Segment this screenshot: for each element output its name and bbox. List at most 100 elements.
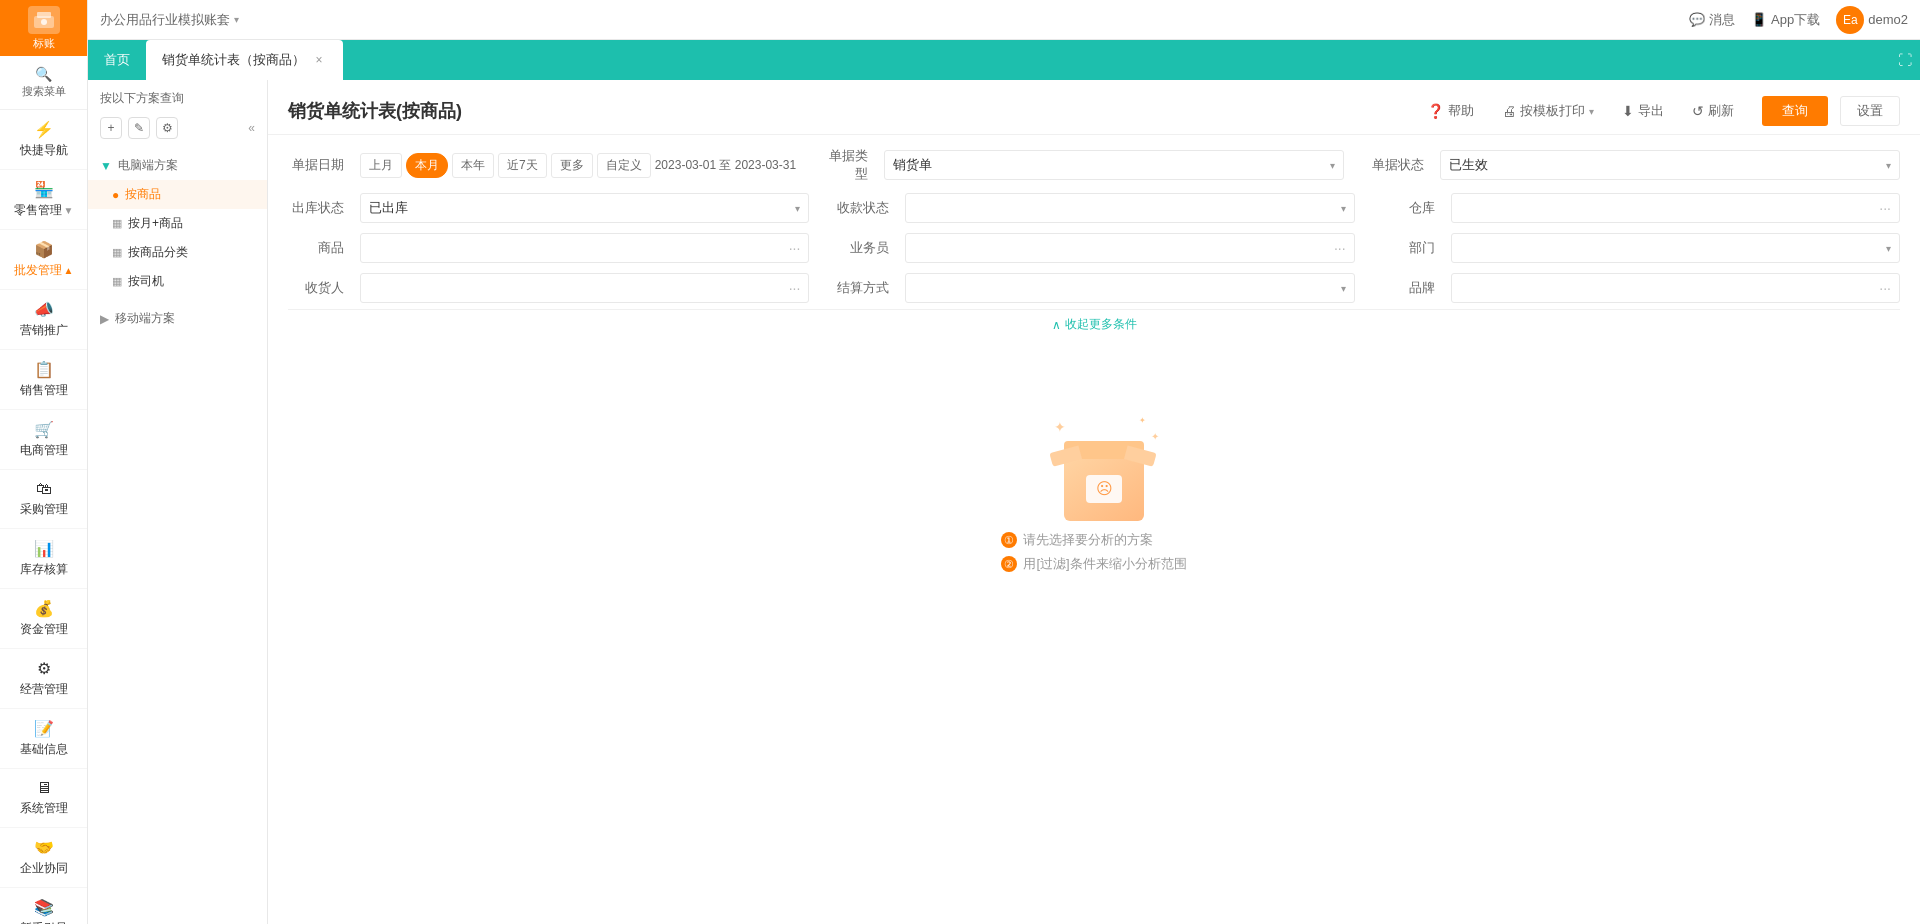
sidebar-item-marketing[interactable]: 📣 营销推广 [0, 290, 88, 350]
avatar: Ea [1836, 6, 1864, 34]
edit-scheme-btn[interactable]: ✎ [128, 117, 150, 139]
brand-input[interactable]: ··· [1451, 273, 1900, 303]
settings-button[interactable]: 设置 [1840, 96, 1900, 126]
out-status-select[interactable]: 已出库 ▾ [360, 193, 809, 223]
driver-label: 按司机 [128, 273, 164, 290]
topbar-dropdown-icon[interactable]: ▾ [234, 14, 239, 25]
query-button[interactable]: 查询 [1762, 96, 1828, 126]
month-goods-icon: ▦ [112, 217, 122, 230]
sidebar-item-finance[interactable]: 💰 资金管理 [0, 589, 88, 649]
app-logo: 标账 [0, 0, 88, 56]
sidebar-item-system[interactable]: 🖥 系统管理 [0, 769, 88, 828]
salesman-input[interactable]: ··· [905, 233, 1354, 263]
app-download-icon: 📱 [1751, 12, 1767, 27]
warehouse-input[interactable]: ··· [1451, 193, 1900, 223]
export-icon: ⬇ [1622, 103, 1634, 119]
collapse-bar[interactable]: ∧ 收起更多条件 [288, 309, 1900, 339]
settings-scheme-btn[interactable]: ⚙ [156, 117, 178, 139]
tree-section-pc-title[interactable]: ▼ 电脑端方案 [88, 151, 267, 180]
sidebar-item-enterprise[interactable]: 🤝 企业协同 [0, 828, 88, 888]
tip-text-1: 请先选择要分析的方案 [1023, 531, 1153, 549]
app-subtitle: 标账 [33, 36, 55, 51]
goods-input[interactable]: ··· [360, 233, 809, 263]
help-icon: ❓ [1427, 103, 1444, 119]
app-download-label: App下载 [1771, 11, 1820, 29]
recipient-label: 收货人 [288, 279, 352, 297]
date-btn-7days[interactable]: 近7天 [498, 153, 547, 178]
sidebar-search[interactable]: 🔍 搜索菜单 [0, 56, 88, 110]
date-range: 2023-03-01 至 2023-03-31 [655, 157, 796, 174]
enterprise-label: 企业协同 [20, 860, 68, 877]
tab-home[interactable]: 首页 [88, 40, 146, 80]
tab-close-btn[interactable]: × [311, 52, 327, 68]
sidebar-item-retail[interactable]: 🏪 零售管理 ▼ [0, 170, 88, 230]
left-panel-header: 按以下方案查询 [88, 80, 267, 113]
tree-item-goods-category[interactable]: ▦ 按商品分类 [88, 238, 267, 267]
add-scheme-btn[interactable]: + [100, 117, 122, 139]
basic-label: 基础信息 [20, 741, 68, 758]
date-btn-custom[interactable]: 自定义 [597, 153, 651, 178]
payment-method-select[interactable]: ▾ [905, 273, 1354, 303]
panel-collapse-btn[interactable]: « [248, 121, 255, 135]
topbar-right: 💬 消息 📱 App下载 Ea demo2 [1689, 6, 1908, 34]
sales-icon: 📋 [34, 360, 54, 379]
refresh-btn[interactable]: ↺ 刷新 [1684, 98, 1742, 124]
date-btn-lastmonth[interactable]: 上月 [360, 153, 402, 178]
tree-item-by-driver[interactable]: ▦ 按司机 [88, 267, 267, 296]
goods-cat-icon: ▦ [112, 246, 122, 259]
recipient-input[interactable]: ··· [360, 273, 809, 303]
tab-maximize-btn[interactable]: ⛶ [1898, 52, 1912, 68]
sales-label: 销售管理 [20, 382, 68, 399]
print-btn[interactable]: 🖨 按模板打印 ▾ [1494, 98, 1602, 124]
tree-section-mobile-title[interactable]: ▶ 移动端方案 [88, 304, 267, 333]
messages-btn[interactable]: 💬 消息 [1689, 11, 1735, 29]
goods-cat-label: 按商品分类 [128, 244, 188, 261]
doc-type-select[interactable]: 销货单 ▾ [884, 150, 1344, 180]
filter-row-2: 出库状态 已出库 ▾ 收款状态 ▾ 仓库 ··· [288, 193, 1900, 223]
filter-row-4: 收货人 ··· 结算方式 ▾ 品牌 ··· [288, 273, 1900, 303]
date-btn-thisyear[interactable]: 本年 [452, 153, 494, 178]
doc-type-arrow: ▾ [1330, 160, 1335, 171]
payment-status-select[interactable]: ▾ [905, 193, 1354, 223]
date-label: 单据日期 [288, 156, 352, 174]
date-btn-more[interactable]: 更多 [551, 153, 593, 178]
inventory-label: 库存核算 [20, 561, 68, 578]
left-panel: 按以下方案查询 + ✎ ⚙ « ▼ 电脑端方案 [88, 80, 268, 924]
tree-section-pc: ▼ 电脑端方案 ● 按商品 ▦ 按月+商品 ▦ 按商品分类 ▦ 按司机 [88, 147, 267, 300]
help-btn[interactable]: ❓ 帮助 [1419, 98, 1482, 124]
export-btn[interactable]: ⬇ 导出 [1614, 98, 1672, 124]
filter-row-1: 单据日期 上月 本月 本年 近7天 [288, 147, 1900, 183]
sidebar-item-sales[interactable]: 📋 销售管理 [0, 350, 88, 410]
collapse-label: 收起更多条件 [1065, 316, 1137, 333]
close-icon: × [315, 53, 322, 67]
sidebar-item-operations[interactable]: ⚙ 经营管理 [0, 649, 88, 709]
date-picker: 上月 本月 本年 近7天 更多 [360, 153, 796, 178]
sidebar-item-basic[interactable]: 📝 基础信息 [0, 709, 88, 769]
tabbar: 首页 销货单统计表（按商品） × ⛶ [88, 40, 1920, 80]
sidebar-item-procurement[interactable]: 🛍 采购管理 [0, 470, 88, 529]
tree-item-month-goods[interactable]: ▦ 按月+商品 [88, 209, 267, 238]
sidebar-item-inventory[interactable]: 📊 库存核算 [0, 529, 88, 589]
ecommerce-label: 电商管理 [20, 442, 68, 459]
date-btn-thismonth[interactable]: 本月 [406, 153, 448, 178]
brand-label: 品牌 [1379, 279, 1443, 297]
print-dropdown-icon: ▾ [1589, 106, 1594, 117]
right-main: 销货单统计表(按商品) ❓ 帮助 🖨 按模板打印 ▾ ⬇ 导出 [268, 80, 1920, 924]
sidebar-item-ecommerce[interactable]: 🛒 电商管理 [0, 410, 88, 470]
page-header: 销货单统计表(按商品) ❓ 帮助 🖨 按模板打印 ▾ ⬇ 导出 [268, 80, 1920, 135]
sidebar-item-quicknav[interactable]: ⚡ 快捷导航 [0, 110, 88, 170]
newbie-icon: 📚 [34, 898, 54, 917]
tree-item-by-goods[interactable]: ● 按商品 [88, 180, 267, 209]
sidebar-item-wholesale[interactable]: 📦 批发管理 ▲ [0, 230, 88, 290]
user-profile[interactable]: Ea demo2 [1836, 6, 1908, 34]
out-status-value: 已出库 [369, 199, 408, 217]
quicknav-label: 快捷导航 [20, 142, 68, 159]
tab-active[interactable]: 销货单统计表（按商品） × [146, 40, 343, 80]
app-download-btn[interactable]: 📱 App下载 [1751, 11, 1820, 29]
dept-select[interactable]: ▾ [1451, 233, 1900, 263]
marketing-label: 营销推广 [20, 322, 68, 339]
sidebar-item-newbie[interactable]: 📚 新手引导 [0, 888, 88, 924]
left-panel-title: 按以下方案查询 [100, 90, 184, 107]
doc-status-select[interactable]: 已生效 ▾ [1440, 150, 1900, 180]
mobile-section-label: 移动端方案 [115, 310, 175, 327]
